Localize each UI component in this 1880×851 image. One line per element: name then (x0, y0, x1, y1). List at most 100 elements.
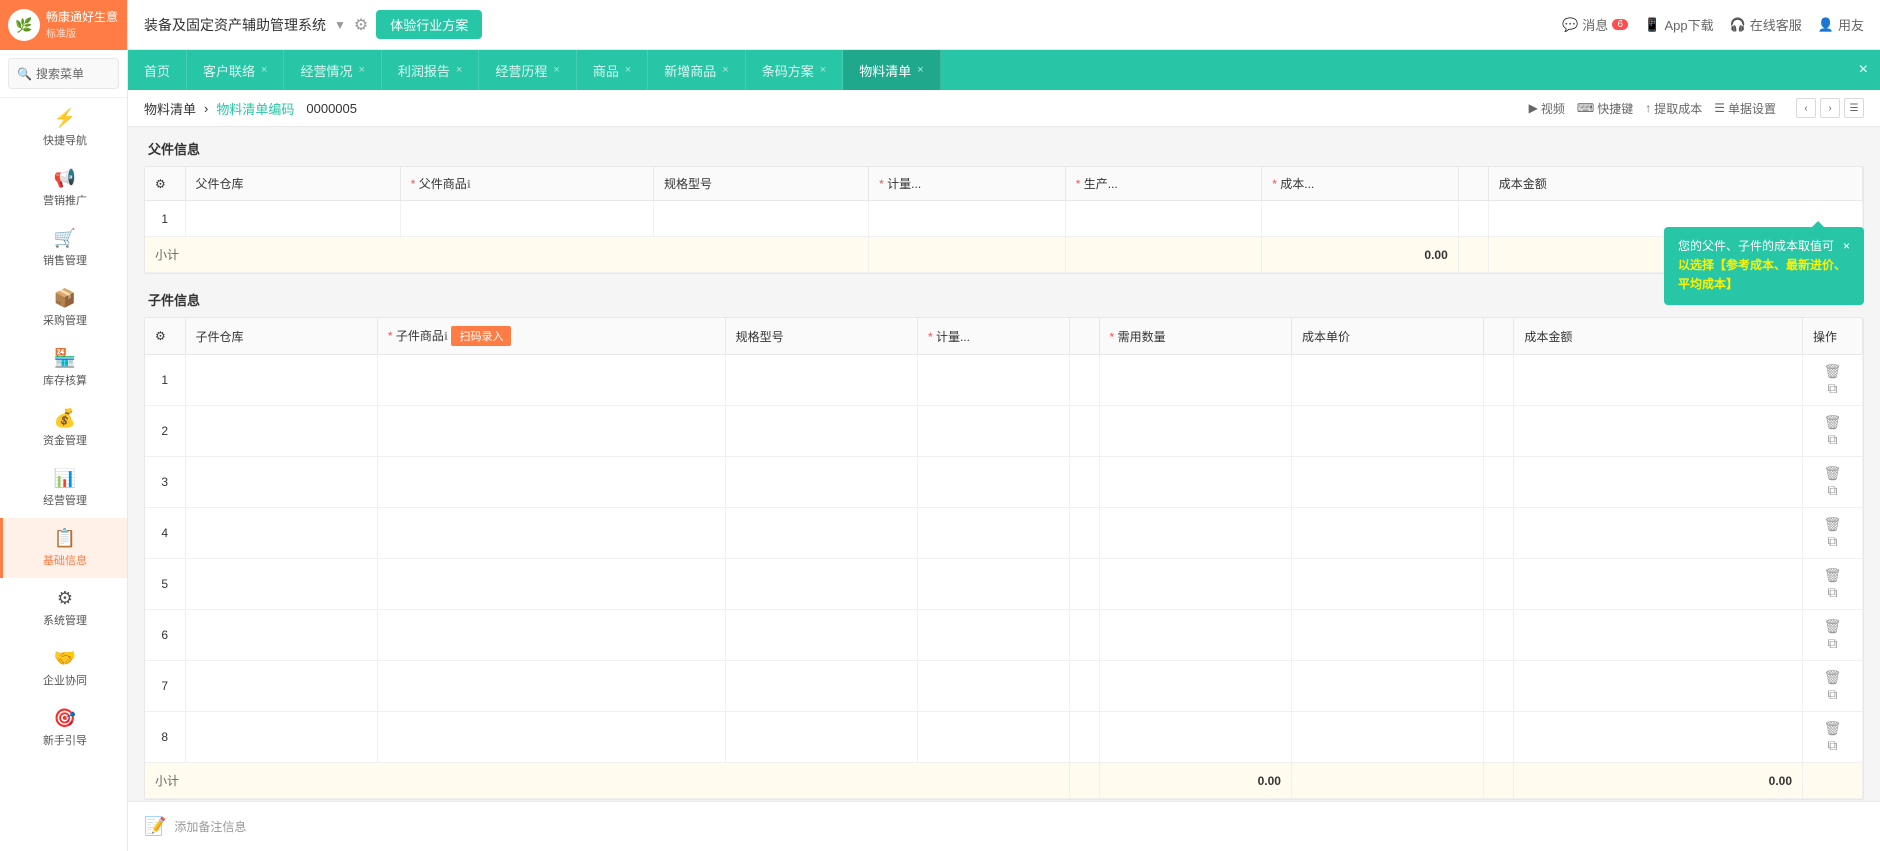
child-row-quantity[interactable] (1099, 508, 1291, 559)
sidebar-item-base-info[interactable]: 📋 基础信息 (0, 518, 127, 578)
app-download-item[interactable]: 📱 App下载 (1644, 15, 1713, 34)
sidebar-item-finance[interactable]: 💰 资金管理 (0, 398, 127, 458)
child-row-unit-cost[interactable] (1291, 610, 1483, 661)
close-all-tabs[interactable]: × (1847, 61, 1880, 79)
child-row-warehouse[interactable] (185, 355, 377, 406)
child-row-unit[interactable] (917, 610, 1069, 661)
child-row-quantity[interactable] (1099, 457, 1291, 508)
child-row-quantity[interactable] (1099, 355, 1291, 406)
page-next-btn[interactable]: › (1820, 98, 1840, 118)
child-row-unit[interactable] (917, 508, 1069, 559)
child-row-warehouse[interactable] (185, 661, 377, 712)
parent-row-produce[interactable] (1065, 201, 1262, 237)
child-row-product[interactable] (377, 406, 725, 457)
tab-new-goods-close[interactable]: × (722, 64, 728, 76)
scan-button[interactable]: 扫码录入 (451, 326, 511, 346)
child-row-product[interactable] (377, 661, 725, 712)
copy-icon[interactable]: ⧉ (1828, 584, 1838, 600)
tab-bom-close[interactable]: × (917, 64, 923, 76)
delete-icon[interactable]: 🗑 (1824, 669, 1842, 685)
child-row-unit[interactable] (917, 712, 1069, 763)
tab-home[interactable]: 首页 (128, 50, 187, 90)
parent-row-product[interactable] (400, 201, 653, 237)
child-row-spec[interactable] (725, 712, 917, 763)
child-row-product[interactable] (377, 457, 725, 508)
child-row-spec[interactable] (725, 406, 917, 457)
child-row-quantity[interactable] (1099, 661, 1291, 712)
child-row-unit-cost[interactable] (1291, 406, 1483, 457)
child-row-unit-cost[interactable] (1291, 457, 1483, 508)
delete-icon[interactable]: 🗑 (1824, 720, 1842, 736)
messages-item[interactable]: 💬 消息 6 (1562, 15, 1628, 34)
sidebar-item-enterprise[interactable]: 🤝 企业协同 (0, 638, 127, 698)
delete-icon[interactable]: 🗑 (1824, 618, 1842, 634)
parent-row-warehouse[interactable] (185, 201, 400, 237)
child-row-product[interactable] (377, 559, 725, 610)
tab-history[interactable]: 经营历程 × (479, 50, 576, 90)
search-menu-button[interactable]: 🔍 搜索菜单 (8, 58, 119, 89)
child-row-unit-cost[interactable] (1291, 661, 1483, 712)
copy-icon[interactable]: ⧉ (1828, 380, 1838, 396)
child-row-unit[interactable] (917, 559, 1069, 610)
parent-row-cost[interactable] (1262, 201, 1459, 237)
child-row-spec[interactable] (725, 610, 917, 661)
child-row-unit-cost[interactable] (1291, 355, 1483, 406)
tab-barcode[interactable]: 条码方案 × (746, 50, 843, 90)
delete-icon[interactable]: 🗑 (1824, 465, 1842, 481)
child-row-quantity[interactable] (1099, 712, 1291, 763)
child-th-settings[interactable]: ⚙ (145, 318, 185, 355)
page-list-btn[interactable]: ☰ (1844, 98, 1864, 118)
child-row-spec[interactable] (725, 559, 917, 610)
sidebar-item-purchase[interactable]: 📦 采购管理 (0, 278, 127, 338)
child-row-warehouse[interactable] (185, 559, 377, 610)
parent-th-settings[interactable]: ⚙ (145, 167, 185, 201)
child-row-unit[interactable] (917, 406, 1069, 457)
child-row-warehouse[interactable] (185, 508, 377, 559)
delete-icon[interactable]: 🗑 (1824, 363, 1842, 379)
delete-icon[interactable]: 🗑 (1824, 567, 1842, 583)
sidebar-item-operations[interactable]: 📊 经营管理 (0, 458, 127, 518)
tab-customer[interactable]: 客户联络 × (187, 50, 284, 90)
child-row-product[interactable] (377, 610, 725, 661)
child-row-unit-cost[interactable] (1291, 559, 1483, 610)
tab-profit-close[interactable]: × (456, 64, 462, 76)
tab-goods-close[interactable]: × (625, 64, 631, 76)
tooltip-close-btn[interactable]: × (1843, 237, 1850, 256)
tab-goods[interactable]: 商品 × (577, 50, 648, 90)
sidebar-item-sales[interactable]: 🛒 销售管理 (0, 218, 127, 278)
online-service-item[interactable]: 🎧 在线客服 (1730, 15, 1802, 34)
action-single-settings[interactable]: ☰ 单据设置 (1714, 100, 1776, 117)
child-row-unit-cost[interactable] (1291, 712, 1483, 763)
user-item[interactable]: 👤 用友 (1818, 15, 1864, 34)
child-row-warehouse[interactable] (185, 406, 377, 457)
tab-operations-close[interactable]: × (358, 64, 364, 76)
child-row-quantity[interactable] (1099, 559, 1291, 610)
delete-icon[interactable]: 🗑 (1824, 516, 1842, 532)
tab-barcode-close[interactable]: × (820, 64, 826, 76)
tab-new-goods[interactable]: 新增商品 × (648, 50, 745, 90)
copy-icon[interactable]: ⧉ (1828, 533, 1838, 549)
tab-customer-close[interactable]: × (261, 64, 267, 76)
breadcrumb-parent[interactable]: 物料清单 (144, 99, 196, 118)
child-row-product[interactable] (377, 355, 725, 406)
delete-icon[interactable]: 🗑 (1824, 414, 1842, 430)
tab-profit[interactable]: 利润报告 × (382, 50, 479, 90)
sidebar-item-inventory[interactable]: 🏪 库存核算 (0, 338, 127, 398)
sidebar-item-quick-nav[interactable]: ⚡ 快捷导航 (0, 98, 127, 158)
parent-row-spec[interactable] (653, 201, 868, 237)
sidebar-item-marketing[interactable]: 📢 营销推广 (0, 158, 127, 218)
copy-icon[interactable]: ⧉ (1828, 686, 1838, 702)
child-row-unit[interactable] (917, 457, 1069, 508)
child-row-warehouse[interactable] (185, 457, 377, 508)
child-row-unit[interactable] (917, 355, 1069, 406)
trial-button[interactable]: 体验行业方案 (376, 10, 482, 39)
child-row-unit[interactable] (917, 661, 1069, 712)
child-row-warehouse[interactable] (185, 712, 377, 763)
action-shortcut[interactable]: ⌨ 快捷键 (1577, 100, 1633, 117)
parent-row-unit[interactable] (869, 201, 1066, 237)
child-row-quantity[interactable] (1099, 610, 1291, 661)
action-view[interactable]: ▶ 视频 (1529, 100, 1565, 117)
copy-icon[interactable]: ⧉ (1828, 737, 1838, 753)
child-row-spec[interactable] (725, 508, 917, 559)
child-row-spec[interactable] (725, 355, 917, 406)
